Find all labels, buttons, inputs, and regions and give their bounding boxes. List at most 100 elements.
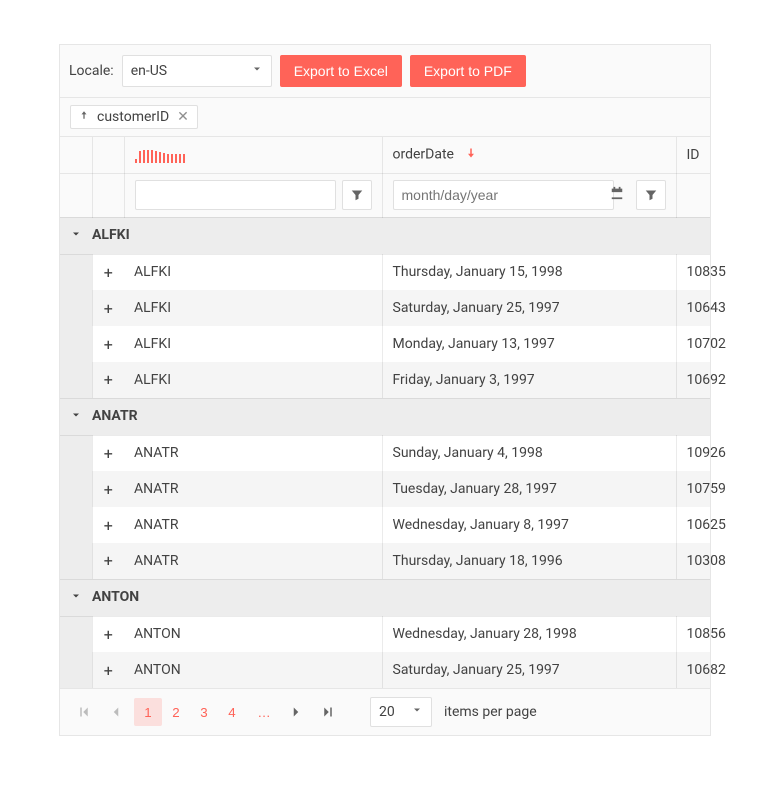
- cell-customer: ANATR: [124, 507, 382, 543]
- filter-button-orderdate[interactable]: [636, 180, 666, 210]
- page-size-select[interactable]: 20: [370, 697, 432, 727]
- group-row[interactable]: ANATR: [60, 398, 710, 435]
- table-row: +ALFKIFriday, January 3, 199710692: [60, 362, 710, 398]
- expand-detail-cell[interactable]: +: [92, 362, 124, 398]
- sort-asc-icon: [79, 109, 89, 125]
- cell-id: 10625: [676, 507, 710, 543]
- filter-row: [60, 173, 710, 217]
- data-grid: orderDate ID: [60, 137, 710, 688]
- table-row: + ANTONSaturday, January 25, 199710682: [60, 652, 710, 688]
- cell-customer: ALFKI: [124, 326, 382, 362]
- cell-customer: ANTON: [124, 652, 382, 688]
- cell-id: 10682: [676, 652, 710, 688]
- group-row[interactable]: ANTON: [60, 579, 710, 616]
- expand-detail-cell[interactable]: +: [92, 254, 124, 290]
- pager-first-button[interactable]: [70, 698, 98, 726]
- sparkline-icon: [135, 147, 187, 163]
- pager-prev-button[interactable]: [102, 698, 130, 726]
- calendar-icon[interactable]: [610, 186, 624, 204]
- plus-icon: +: [103, 625, 115, 644]
- caret-down-icon: [411, 704, 423, 720]
- cell-customer: ANATR: [124, 435, 382, 471]
- column-header-row: orderDate ID: [60, 137, 710, 173]
- column-header-orderdate[interactable]: orderDate: [382, 137, 676, 173]
- chevron-down-icon: [70, 409, 82, 425]
- group-name: ALFKI: [92, 227, 130, 243]
- pager-next-button[interactable]: [282, 698, 310, 726]
- sort-desc-icon: [465, 146, 477, 164]
- export-excel-button[interactable]: Export to Excel: [280, 55, 402, 87]
- locale-select-value: en-US: [131, 63, 167, 79]
- column-header-customer[interactable]: [124, 137, 382, 173]
- pager-page-1[interactable]: 1: [134, 698, 162, 726]
- cell-customer: ALFKI: [124, 290, 382, 326]
- cell-orderdate: Monday, January 13, 1997: [382, 326, 676, 362]
- cell-orderdate: Thursday, January 15, 1998: [382, 254, 676, 290]
- table-row: +ANATRSunday, January 4, 199810926: [60, 435, 710, 471]
- chevron-down-icon: [70, 228, 82, 244]
- cell-id: 10643: [676, 290, 710, 326]
- table-row: + ALFKIThursday, January 15, 199810835: [60, 254, 710, 290]
- expand-detail-cell[interactable]: +: [92, 543, 124, 579]
- group-name: ANTON: [92, 589, 139, 605]
- cell-orderdate: Sunday, January 4, 1998: [382, 435, 676, 471]
- column-header-expand: [60, 137, 92, 173]
- plus-icon: +: [103, 335, 115, 354]
- locale-label: Locale:: [69, 63, 114, 79]
- group-name: ANATR: [92, 408, 138, 424]
- pager-ellipsis[interactable]: …: [250, 698, 278, 726]
- export-pdf-button[interactable]: Export to PDF: [410, 55, 526, 87]
- table-row: + ANATRWednesday, January 8, 199710625: [60, 507, 710, 543]
- expand-detail-cell[interactable]: +: [92, 435, 124, 471]
- cell-id: 10702: [676, 326, 710, 362]
- expand-detail-cell[interactable]: +: [92, 652, 124, 688]
- expand-detail-cell[interactable]: +: [92, 616, 124, 652]
- expand-detail-cell[interactable]: +: [92, 326, 124, 362]
- filter-button-customer[interactable]: [342, 180, 372, 210]
- expand-detail-cell[interactable]: +: [92, 507, 124, 543]
- plus-icon: +: [103, 370, 115, 389]
- expand-detail-cell[interactable]: +: [92, 471, 124, 507]
- cell-customer: ANATR: [124, 543, 382, 579]
- cell-customer: ANTON: [124, 616, 382, 652]
- plus-icon: +: [103, 661, 115, 680]
- cell-orderdate: Friday, January 3, 1997: [382, 362, 676, 398]
- cell-orderdate: Saturday, January 25, 1997: [382, 290, 676, 326]
- group-chip-customerid[interactable]: customerID ✕: [70, 105, 198, 129]
- toolbar: Locale: en-US Export to Excel Export to …: [60, 45, 710, 97]
- pager: 1234 … 20 items per page: [60, 688, 710, 735]
- table-row: +ALFKISaturday, January 25, 199710643: [60, 290, 710, 326]
- locale-select[interactable]: en-US: [122, 55, 272, 87]
- group-row[interactable]: ALFKI: [60, 217, 710, 254]
- filter-input-orderdate[interactable]: [393, 180, 614, 210]
- chevron-down-icon: [70, 590, 82, 606]
- column-header-id[interactable]: ID: [676, 137, 710, 173]
- close-icon[interactable]: ✕: [177, 110, 189, 124]
- cell-orderdate: Wednesday, January 28, 1998: [382, 616, 676, 652]
- table-row: +ANATRThursday, January 18, 199610308: [60, 543, 710, 579]
- cell-customer: ANATR: [124, 471, 382, 507]
- cell-customer: ALFKI: [124, 254, 382, 290]
- cell-orderdate: Saturday, January 25, 1997: [382, 652, 676, 688]
- pager-page-4[interactable]: 4: [218, 698, 246, 726]
- cell-id: 10926: [676, 435, 710, 471]
- caret-down-icon: [251, 63, 263, 79]
- plus-icon: +: [103, 516, 115, 535]
- pager-page-3[interactable]: 3: [190, 698, 218, 726]
- expand-detail-cell[interactable]: +: [92, 290, 124, 326]
- cell-orderdate: Tuesday, January 28, 1997: [382, 471, 676, 507]
- table-row: +ANATRTuesday, January 28, 199710759: [60, 471, 710, 507]
- pager-page-2[interactable]: 2: [162, 698, 190, 726]
- cell-orderdate: Thursday, January 18, 1996: [382, 543, 676, 579]
- plus-icon: +: [103, 263, 115, 282]
- pager-last-button[interactable]: [314, 698, 342, 726]
- table-row: + ALFKIMonday, January 13, 199710702: [60, 326, 710, 362]
- page-size-value: 20: [379, 704, 395, 720]
- cell-customer: ALFKI: [124, 362, 382, 398]
- cell-orderdate: Wednesday, January 8, 1997: [382, 507, 676, 543]
- cell-id: 10835: [676, 254, 710, 290]
- cell-id: 10308: [676, 543, 710, 579]
- table-row: +ANTONWednesday, January 28, 199810856: [60, 616, 710, 652]
- group-header: customerID ✕: [60, 97, 710, 137]
- filter-input-customer[interactable]: [135, 180, 336, 210]
